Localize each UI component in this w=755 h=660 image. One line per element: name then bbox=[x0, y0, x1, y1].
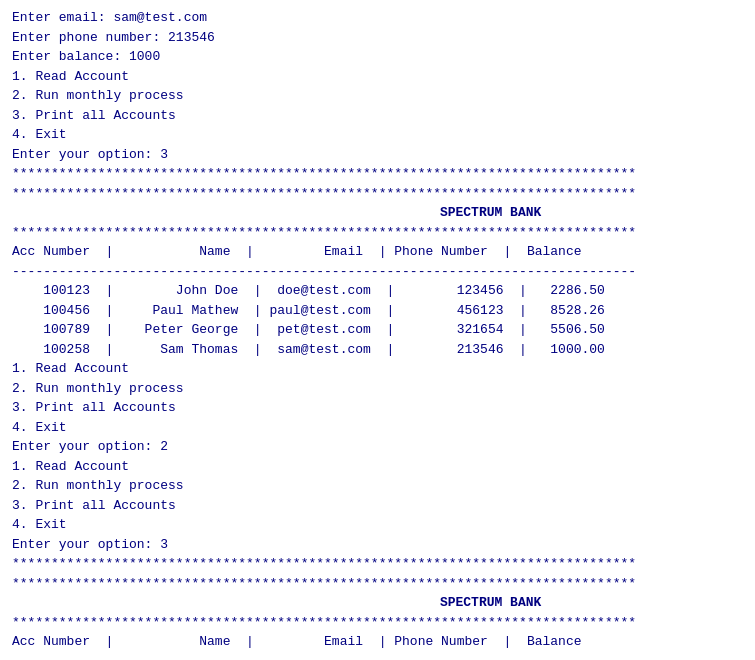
option-prompt: Enter your option: 3 bbox=[12, 145, 743, 165]
menu-item: 1. Read Account bbox=[12, 67, 743, 87]
terminal-line: Enter balance: 1000 bbox=[12, 47, 743, 67]
table-row: 100789 | Peter George | pet@test.com | 3… bbox=[12, 320, 743, 340]
option-prompt: Enter your option: 2 bbox=[12, 437, 743, 457]
terminal-container: Enter email: sam@test.comEnter phone num… bbox=[12, 8, 743, 660]
table-divider: ----------------------------------------… bbox=[12, 652, 743, 661]
menu-item: 2. Run monthly process bbox=[12, 86, 743, 106]
table-divider: ----------------------------------------… bbox=[12, 262, 743, 282]
menu-item: 1. Read Account bbox=[12, 457, 743, 477]
table-row: 100123 | John Doe | doe@test.com | 12345… bbox=[12, 281, 743, 301]
terminal-line: Enter phone number: 213546 bbox=[12, 28, 743, 48]
separator-line: ****************************************… bbox=[12, 613, 743, 633]
menu-item: 4. Exit bbox=[12, 515, 743, 535]
table-row: 100258 | Sam Thomas | sam@test.com | 213… bbox=[12, 340, 743, 360]
menu-item: 3. Print all Accounts bbox=[12, 398, 743, 418]
separator-line: ****************************************… bbox=[12, 574, 743, 594]
bank-title: SPECTRUM BANK bbox=[12, 203, 743, 223]
menu-item: 3. Print all Accounts bbox=[12, 496, 743, 516]
table-row: 100456 | Paul Mathew | paul@test.com | 4… bbox=[12, 301, 743, 321]
separator-line: ****************************************… bbox=[12, 184, 743, 204]
menu-item: 3. Print all Accounts bbox=[12, 106, 743, 126]
menu-item: 4. Exit bbox=[12, 418, 743, 438]
separator-line: ****************************************… bbox=[12, 554, 743, 574]
menu-item: 1. Read Account bbox=[12, 359, 743, 379]
table-header: Acc Number | Name | Email | Phone Number… bbox=[12, 242, 743, 262]
menu-item: 2. Run monthly process bbox=[12, 476, 743, 496]
terminal-line: Enter email: sam@test.com bbox=[12, 8, 743, 28]
menu-item: 4. Exit bbox=[12, 125, 743, 145]
option-prompt: Enter your option: 3 bbox=[12, 535, 743, 555]
separator-line: ****************************************… bbox=[12, 223, 743, 243]
bank-title: SPECTRUM BANK bbox=[12, 593, 743, 613]
table-header: Acc Number | Name | Email | Phone Number… bbox=[12, 632, 743, 652]
separator-line: ****************************************… bbox=[12, 164, 743, 184]
menu-item: 2. Run monthly process bbox=[12, 379, 743, 399]
